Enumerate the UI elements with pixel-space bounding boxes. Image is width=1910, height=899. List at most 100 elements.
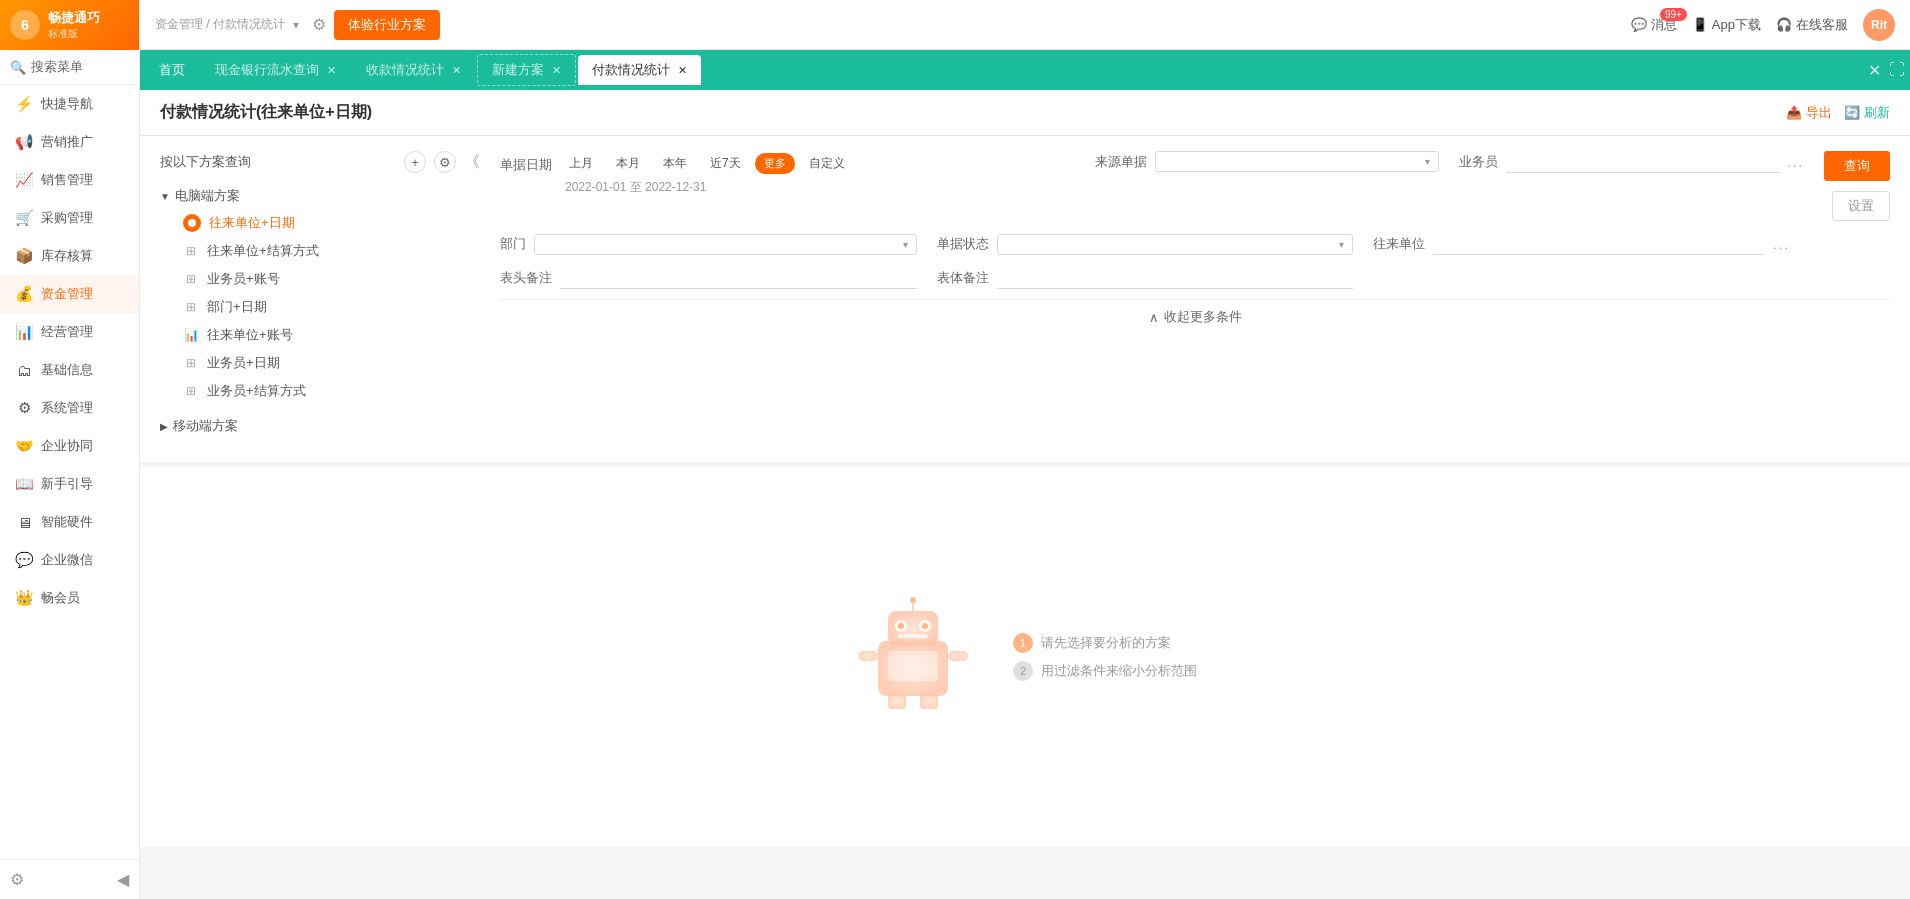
tabs-controls: ✕ ⛶ (1868, 61, 1905, 80)
salesman-input[interactable] (1506, 151, 1779, 173)
tab-cash-flow-label: 现金银行流水查询 (215, 61, 319, 79)
sidebar-item-quick-nav[interactable]: ⚡ 快捷导航 (0, 85, 139, 123)
date-btn-last-month[interactable]: 上月 (560, 151, 602, 176)
sidebar-item-guide[interactable]: 📖 新手引导 (0, 465, 139, 503)
chevron-down-icon: ▼ (160, 191, 170, 202)
sidebar-item-purchase[interactable]: 🛒 采购管理 (0, 199, 139, 237)
top-header: 资金管理 / 付款情况统计 ▾ ⚙ 体验行业方案 💬 消息 99+ 📱 App下… (140, 0, 1910, 50)
main-content: 资金管理 / 付款情况统计 ▾ ⚙ 体验行业方案 💬 消息 99+ 📱 App下… (140, 0, 1910, 899)
mobile-group-toggle[interactable]: ▶ 移动端方案 (160, 413, 480, 439)
tab-new-scheme[interactable]: 新建方案 ✕ (477, 54, 576, 86)
scheme-item-counterpart-date[interactable]: 往来单位+日期 (175, 209, 480, 237)
table-icon: ⊞ (183, 383, 199, 399)
settings-icon[interactable]: ⚙ (10, 870, 24, 889)
inventory-icon: 📦 (15, 247, 33, 265)
desktop-group-toggle[interactable]: ▼ 电脑端方案 (160, 183, 480, 209)
mobile-group-label: 移动端方案 (173, 417, 238, 435)
tab-cash-flow[interactable]: 现金银行流水查询 ✕ (201, 55, 350, 85)
counterpart-input[interactable] (1433, 233, 1765, 255)
scheme-item-salesman-date[interactable]: ⊞ 业务员+日期 (175, 349, 480, 377)
sidebar-item-coop[interactable]: 🤝 企业协同 (0, 427, 139, 465)
collapse-sidebar-icon[interactable]: ◀ (117, 870, 129, 889)
dropdown-icon[interactable]: ▾ (293, 18, 299, 32)
salesman-dots[interactable]: ... (1787, 155, 1804, 170)
tab-new-scheme-close[interactable]: ✕ (552, 64, 561, 77)
sidebar-item-operation[interactable]: 📊 经营管理 (0, 313, 139, 351)
empty-tip-1: 1 请先选择要分析的方案 (1013, 633, 1197, 653)
export-btn[interactable]: 📤 导出 (1786, 104, 1832, 122)
scheme-item-dept-date[interactable]: ⊞ 部门+日期 (175, 293, 480, 321)
search-menu[interactable]: 🔍 搜索菜单 (0, 50, 139, 85)
sidebar-item-label: 采购管理 (41, 209, 93, 227)
user-avatar[interactable]: Rit (1863, 9, 1895, 41)
svg-rect-11 (888, 651, 938, 681)
date-btn-group: 上月 本月 本年 近7天 更多 自定义 (560, 151, 854, 176)
trial-btn[interactable]: 体验行业方案 (334, 10, 440, 40)
tip-num-1: 1 (1013, 633, 1033, 653)
tab-payment-stat[interactable]: 付款情况统计 ✕ (578, 55, 701, 85)
app-download-btn[interactable]: 📱 App下载 (1692, 16, 1761, 34)
counterpart-filter-group: 往来单位 ... (1373, 233, 1790, 255)
tab-receipt-close[interactable]: ✕ (452, 64, 461, 77)
chevron-up-icon: ∧ (1149, 310, 1159, 325)
status-select[interactable]: ▾ (997, 234, 1354, 255)
sidebar-item-system[interactable]: ⚙ 系统管理 (0, 389, 139, 427)
sidebar-item-label: 经营管理 (41, 323, 93, 341)
service-icon: 🎧 (1776, 17, 1792, 32)
page-content: 付款情况统计(往来单位+日期) 📤 导出 🔄 刷新 按以下方案查询 (140, 90, 1910, 899)
scheme-item-counterpart-account[interactable]: 📊 往来单位+账号 (175, 321, 480, 349)
sidebar-item-label: 智能硬件 (41, 513, 93, 531)
tbody-remark-input[interactable] (997, 267, 1354, 289)
sidebar-item-label: 营销推广 (41, 133, 93, 151)
collapse-more-btn[interactable]: ∧ 收起更多条件 (500, 299, 1890, 334)
sidebar-item-sales[interactable]: 📈 销售管理 (0, 161, 139, 199)
sidebar-item-member[interactable]: 👑 畅会员 (0, 579, 139, 617)
thead-remark-input[interactable] (560, 267, 917, 289)
tab-home[interactable]: 首页 (145, 55, 199, 85)
message-badge: 99+ (1660, 8, 1687, 21)
desktop-scheme-list: 往来单位+日期 ⊞ 往来单位+结算方式 ⊞ 业务员+账号 ⊞ (160, 209, 480, 405)
tab-payment-stat-close[interactable]: ✕ (678, 64, 687, 77)
add-scheme-btn[interactable]: + (404, 151, 426, 173)
tab-close-all-btn[interactable]: ✕ (1868, 61, 1881, 80)
tab-receipt-stat[interactable]: 收款情况统计 ✕ (352, 55, 475, 85)
date-btn-more[interactable]: 更多 (755, 153, 795, 174)
thead-remark-group: 表头备注 (500, 267, 917, 289)
scheme-item-counterpart-settlement[interactable]: ⊞ 往来单位+结算方式 (175, 237, 480, 265)
sidebar-item-basic[interactable]: 🗂 基础信息 (0, 351, 139, 389)
tab-cash-flow-close[interactable]: ✕ (327, 64, 336, 77)
scheme-settings-btn[interactable]: ⚙ (434, 151, 456, 173)
refresh-label: 刷新 (1864, 104, 1890, 122)
header-settings-icon[interactable]: ⚙ (312, 15, 326, 34)
sidebar-item-finance[interactable]: 💰 资金管理 (0, 275, 139, 313)
collapse-scheme-btn[interactable]: 《 (464, 152, 480, 173)
filter-settings-btn[interactable]: 设置 (1832, 191, 1890, 221)
svg-point-4 (898, 623, 904, 629)
date-btn-7days[interactable]: 近7天 (701, 151, 750, 176)
query-btn[interactable]: 查询 (1824, 151, 1890, 181)
sidebar-item-inventory[interactable]: 📦 库存核算 (0, 237, 139, 275)
empty-robot-icon (853, 596, 973, 719)
tab-fullscreen-btn[interactable]: ⛶ (1889, 61, 1905, 79)
sidebar-item-marketing[interactable]: 📢 营销推广 (0, 123, 139, 161)
sidebar-item-hardware[interactable]: 🖥 智能硬件 (0, 503, 139, 541)
tab-payment-stat-label: 付款情况统计 (592, 61, 670, 79)
message-btn[interactable]: 💬 消息 99+ (1631, 16, 1677, 34)
date-btn-custom[interactable]: 自定义 (800, 151, 854, 176)
source-select[interactable]: ▾ (1155, 151, 1440, 172)
refresh-btn[interactable]: 🔄 刷新 (1844, 104, 1890, 122)
table-icon: ⊞ (183, 299, 199, 315)
counterpart-dots[interactable]: ... (1773, 237, 1790, 252)
dept-select[interactable]: ▾ (534, 234, 917, 255)
sidebar-item-label: 企业协同 (41, 437, 93, 455)
online-service-btn[interactable]: 🎧 在线客服 (1776, 16, 1848, 34)
empty-state-content: 1 请先选择要分析的方案 2 用过滤条件来缩小分析范围 (853, 596, 1197, 719)
filter-row-2: 部门 ▾ 单据状态 ▾ (500, 233, 1890, 255)
date-btn-this-month[interactable]: 本月 (607, 151, 649, 176)
sidebar-item-wechat[interactable]: 💬 企业微信 (0, 541, 139, 579)
scheme-item-salesman-settlement[interactable]: ⊞ 业务员+结算方式 (175, 377, 480, 405)
finance-icon: 💰 (15, 285, 33, 303)
date-btn-this-year[interactable]: 本年 (654, 151, 696, 176)
scheme-item-salesman-account[interactable]: ⊞ 业务员+账号 (175, 265, 480, 293)
dept-filter-group: 部门 ▾ (500, 234, 917, 255)
